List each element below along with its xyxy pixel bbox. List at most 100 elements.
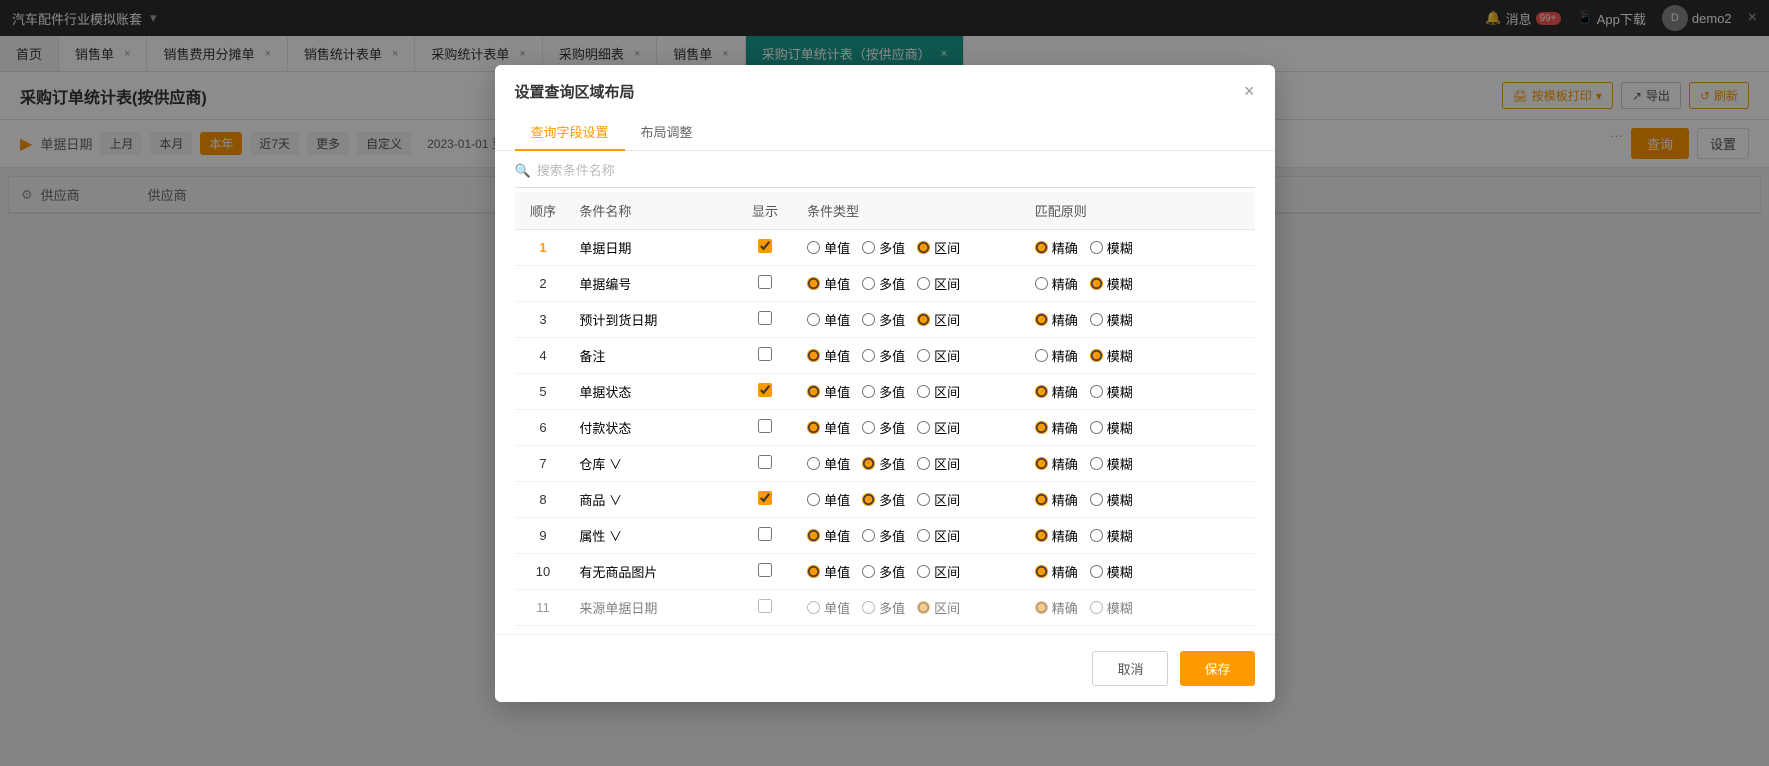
type-option-多值[interactable]: 多值 [862, 598, 905, 617]
table-row: 6付款状态单值多值区间精确模糊 [515, 409, 1255, 445]
type-option-多值[interactable]: 多值 [862, 274, 905, 293]
match-option-精确[interactable]: 精确 [1035, 382, 1078, 401]
match-option-模糊[interactable]: 模糊 [1090, 454, 1133, 473]
type-option-区间[interactable]: 区间 [917, 490, 960, 509]
row-condition-name: 单据日期 [571, 229, 730, 265]
type-option-单值[interactable]: 单值 [807, 562, 850, 581]
match-option-模糊[interactable]: 模糊 [1090, 418, 1133, 437]
match-option-模糊[interactable]: 模糊 [1090, 346, 1133, 365]
type-option-单值[interactable]: 单值 [807, 418, 850, 437]
match-option-精确[interactable]: 精确 [1035, 346, 1078, 365]
dialog-tab-layout[interactable]: 布局调整 [625, 114, 709, 151]
type-option-单值[interactable]: 单值 [807, 274, 850, 293]
match-option-模糊[interactable]: 模糊 [1090, 490, 1133, 509]
type-option-区间[interactable]: 区间 [917, 598, 960, 617]
row-display-cell [731, 481, 799, 517]
type-option-单值[interactable]: 单值 [807, 310, 850, 329]
display-checkbox[interactable] [758, 311, 772, 325]
row-display-cell [731, 265, 799, 301]
type-option-单值[interactable]: 单值 [807, 382, 850, 401]
display-checkbox[interactable] [758, 275, 772, 289]
row-type-cell: 单值多值区间 [799, 409, 1027, 445]
type-option-单值[interactable]: 单值 [807, 526, 850, 545]
match-option-精确[interactable]: 精确 [1035, 310, 1078, 329]
type-option-区间[interactable]: 区间 [917, 418, 960, 437]
conditions-table: 顺序 条件名称 显示 条件类型 匹配原则 1单据日期单值多值区间精确模糊2单据编… [515, 192, 1255, 626]
type-option-区间[interactable]: 区间 [917, 562, 960, 581]
display-checkbox[interactable] [758, 419, 772, 433]
type-option-区间[interactable]: 区间 [917, 238, 960, 257]
display-checkbox-wrap[interactable] [739, 311, 791, 328]
save-button[interactable]: 保存 [1180, 651, 1254, 686]
match-option-精确[interactable]: 精确 [1035, 274, 1078, 293]
display-checkbox[interactable] [758, 527, 772, 541]
display-checkbox[interactable] [758, 347, 772, 361]
match-option-模糊[interactable]: 模糊 [1090, 526, 1133, 545]
type-option-多值[interactable]: 多值 [862, 382, 905, 401]
type-option-区间[interactable]: 区间 [917, 526, 960, 545]
match-option-模糊[interactable]: 模糊 [1090, 238, 1133, 257]
row-number: 6 [515, 409, 572, 445]
match-option-精确[interactable]: 精确 [1035, 526, 1078, 545]
type-option-多值[interactable]: 多值 [862, 562, 905, 581]
display-checkbox[interactable] [758, 563, 772, 577]
dialog-tab-query-fields[interactable]: 查询字段设置 [515, 114, 625, 151]
type-radio-group: 单值多值区间 [807, 310, 1019, 329]
type-option-多值[interactable]: 多值 [862, 346, 905, 365]
type-option-区间[interactable]: 区间 [917, 382, 960, 401]
display-checkbox-wrap[interactable] [739, 599, 791, 616]
match-option-模糊[interactable]: 模糊 [1090, 598, 1133, 617]
display-checkbox[interactable] [758, 383, 772, 397]
display-checkbox-wrap[interactable] [739, 419, 791, 436]
type-option-区间[interactable]: 区间 [917, 310, 960, 329]
display-checkbox-wrap[interactable] [739, 455, 791, 472]
display-checkbox-wrap[interactable] [739, 239, 791, 256]
display-checkbox[interactable] [758, 455, 772, 469]
type-option-多值[interactable]: 多值 [862, 310, 905, 329]
type-option-多值[interactable]: 多值 [862, 238, 905, 257]
type-option-单值[interactable]: 单值 [807, 598, 850, 617]
type-option-区间[interactable]: 区间 [917, 274, 960, 293]
display-checkbox-wrap[interactable] [739, 347, 791, 364]
type-option-单值[interactable]: 单值 [807, 490, 850, 509]
match-option-精确[interactable]: 精确 [1035, 490, 1078, 509]
type-option-区间[interactable]: 区间 [917, 454, 960, 473]
type-option-单值[interactable]: 单值 [807, 238, 850, 257]
match-option-精确[interactable]: 精确 [1035, 238, 1078, 257]
match-option-精确[interactable]: 精确 [1035, 562, 1078, 581]
match-option-精确[interactable]: 精确 [1035, 454, 1078, 473]
match-option-模糊[interactable]: 模糊 [1090, 382, 1133, 401]
row-display-cell [731, 301, 799, 337]
match-option-模糊[interactable]: 模糊 [1090, 310, 1133, 329]
display-checkbox-wrap[interactable] [739, 491, 791, 508]
match-option-模糊[interactable]: 模糊 [1090, 562, 1133, 581]
display-checkbox-wrap[interactable] [739, 563, 791, 580]
match-option-精确[interactable]: 精确 [1035, 418, 1078, 437]
type-option-多值[interactable]: 多值 [862, 454, 905, 473]
cancel-button[interactable]: 取消 [1092, 651, 1168, 686]
display-checkbox[interactable] [758, 599, 772, 613]
row-type-cell: 单值多值区间 [799, 589, 1027, 625]
dialog-overlay: 设置查询区域布局 × 查询字段设置 布局调整 🔍 顺序 条件名称 [0, 0, 1769, 766]
type-option-单值[interactable]: 单值 [807, 454, 850, 473]
type-option-多值[interactable]: 多值 [862, 490, 905, 509]
search-input[interactable] [537, 163, 737, 178]
dialog-close-button[interactable]: × [1244, 82, 1255, 100]
table-row: 4备注单值多值区间精确模糊 [515, 337, 1255, 373]
match-option-模糊[interactable]: 模糊 [1090, 274, 1133, 293]
row-type-cell: 单值多值区间 [799, 481, 1027, 517]
display-checkbox[interactable] [758, 491, 772, 505]
match-option-精确[interactable]: 精确 [1035, 598, 1078, 617]
display-checkbox-wrap[interactable] [739, 275, 791, 292]
type-option-多值[interactable]: 多值 [862, 418, 905, 437]
table-row: 9属性 ∨单值多值区间精确模糊 [515, 517, 1255, 553]
display-checkbox-wrap[interactable] [739, 527, 791, 544]
display-checkbox-wrap[interactable] [739, 383, 791, 400]
type-option-区间[interactable]: 区间 [917, 346, 960, 365]
row-match-cell: 精确模糊 [1027, 553, 1255, 589]
table-row: 11来源单据日期单值多值区间精确模糊 [515, 589, 1255, 625]
type-option-单值[interactable]: 单值 [807, 346, 850, 365]
display-checkbox[interactable] [758, 239, 772, 253]
row-condition-name: 备注 [571, 337, 730, 373]
type-option-多值[interactable]: 多值 [862, 526, 905, 545]
